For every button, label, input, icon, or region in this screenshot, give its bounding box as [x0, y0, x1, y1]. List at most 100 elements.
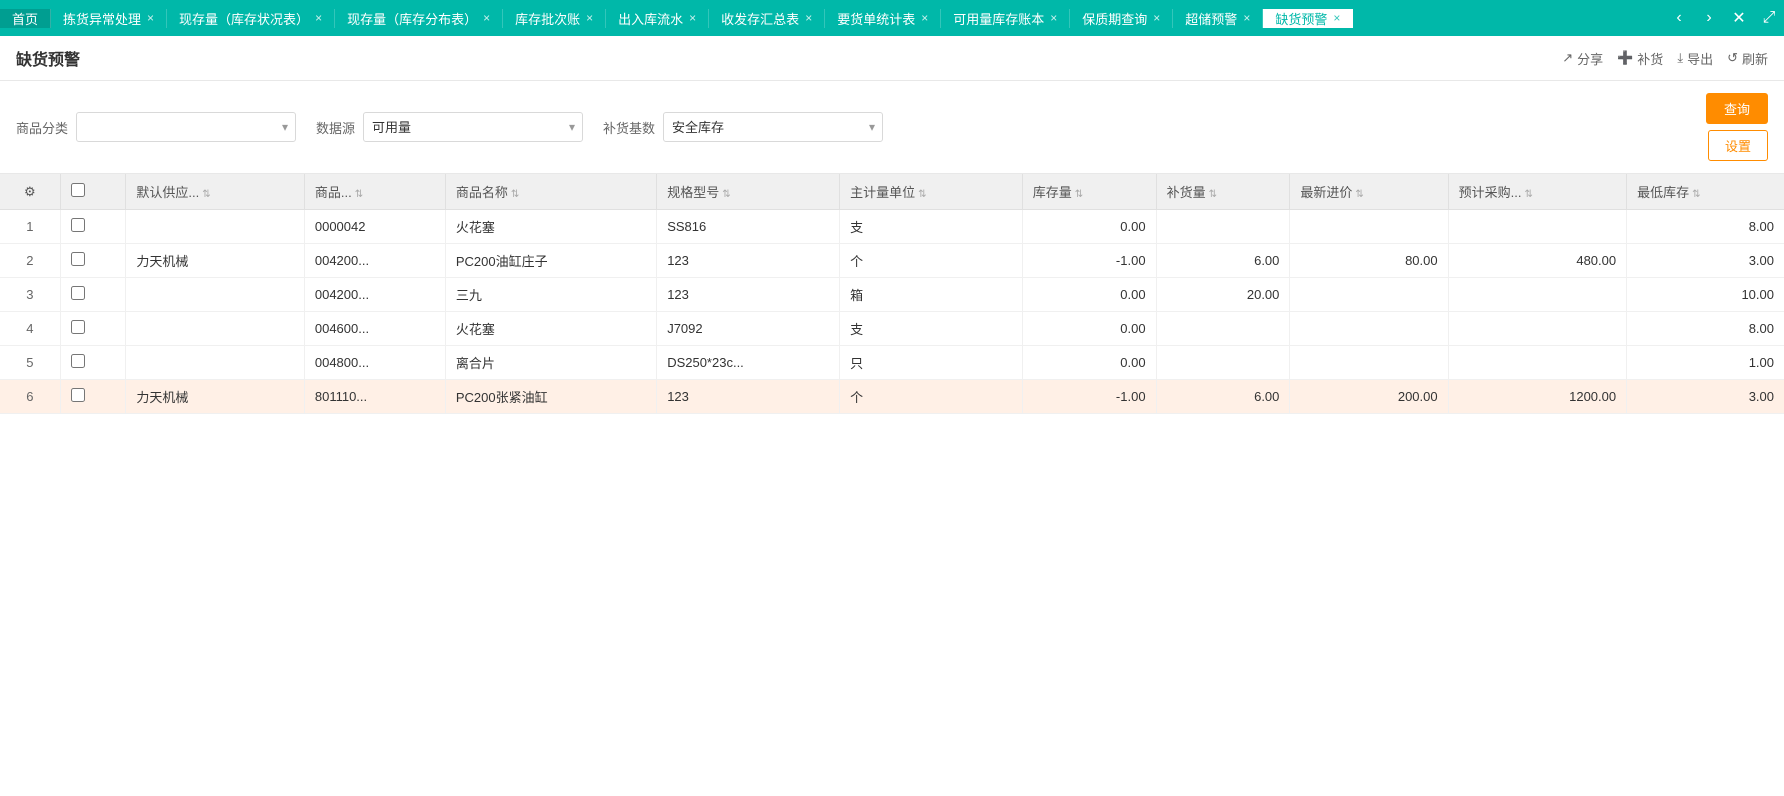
- nav-close-5[interactable]: ×: [689, 11, 696, 25]
- nav-close-8[interactable]: ×: [1050, 11, 1057, 25]
- row-est-purchase-5: 1200.00: [1448, 380, 1627, 414]
- row-select-5[interactable]: [71, 388, 85, 402]
- row-select-2[interactable]: [71, 286, 85, 300]
- row-restock-5: 6.00: [1156, 380, 1290, 414]
- nav-item-11[interactable]: 缺货预警×: [1263, 9, 1353, 28]
- row-name-0: 火花塞: [445, 210, 656, 244]
- row-est-purchase-3: [1448, 312, 1627, 346]
- row-restock-4: [1156, 346, 1290, 380]
- settings-button[interactable]: 设置: [1708, 130, 1768, 161]
- replenish-action[interactable]: ➕ 补货: [1617, 49, 1663, 68]
- stock-col-header[interactable]: 库存量⇅: [1022, 174, 1156, 210]
- nav-item-5[interactable]: 出入库流水×: [606, 9, 709, 28]
- row-num-1: 2: [0, 244, 60, 278]
- latest-price-col-header[interactable]: 最新进价⇅: [1290, 174, 1448, 210]
- code-col-header[interactable]: 商品...⇅: [304, 174, 445, 210]
- nav-close-4[interactable]: ×: [586, 11, 593, 25]
- row-checkbox-2: [60, 278, 126, 312]
- share-action[interactable]: ↗ 分享: [1562, 49, 1603, 68]
- row-supplier-1: 力天机械: [126, 244, 305, 278]
- nav-item-10[interactable]: 超储预警×: [1173, 9, 1263, 28]
- row-spec-4: DS250*23c...: [657, 346, 840, 380]
- latest-price-sort-icon: ⇅: [1355, 189, 1363, 200]
- datasource-select[interactable]: 可用量: [363, 112, 583, 142]
- select-all-checkbox[interactable]: [71, 183, 85, 197]
- restock-label: 补货基数: [603, 118, 655, 137]
- row-supplier-4: [126, 346, 305, 380]
- data-table: ⚙ 默认供应...⇅ 商品...⇅ 商品名称⇅ 规格型号⇅: [0, 174, 1784, 414]
- row-unit-5: 个: [840, 380, 1023, 414]
- category-select[interactable]: [76, 112, 296, 142]
- category-filter-group: 商品分类: [16, 112, 296, 142]
- row-num-0: 1: [0, 210, 60, 244]
- row-stock-5: -1.00: [1022, 380, 1156, 414]
- export-action[interactable]: ⤓ 导出: [1677, 49, 1713, 68]
- refresh-action[interactable]: ↺ 刷新: [1727, 49, 1768, 68]
- nav-item-4[interactable]: 库存批次账×: [503, 9, 606, 28]
- nav-item-2[interactable]: 现存量（库存状况表）×: [167, 9, 335, 28]
- unit-sort-icon: ⇅: [918, 189, 926, 200]
- unit-col-header[interactable]: 主计量单位⇅: [840, 174, 1023, 210]
- row-stock-3: 0.00: [1022, 312, 1156, 346]
- min-stock-col-header[interactable]: 最低库存⇅: [1627, 174, 1784, 210]
- share-label: 分享: [1577, 49, 1603, 68]
- row-select-3[interactable]: [71, 320, 85, 334]
- datasource-label: 数据源: [316, 118, 355, 137]
- supplier-col-header[interactable]: 默认供应...⇅: [126, 174, 305, 210]
- restock-select[interactable]: 安全库存: [663, 112, 883, 142]
- row-stock-1: -1.00: [1022, 244, 1156, 278]
- nav-item-3[interactable]: 现存量（库存分布表）×: [335, 9, 503, 28]
- nav-item-0[interactable]: 首页: [0, 9, 51, 28]
- row-select-0[interactable]: [71, 218, 85, 232]
- nav-item-8[interactable]: 可用量库存账本×: [941, 9, 1070, 28]
- est-purchase-col-header[interactable]: 预计采购...⇅: [1448, 174, 1627, 210]
- table-wrap: ⚙ 默认供应...⇅ 商品...⇅ 商品名称⇅ 规格型号⇅: [0, 174, 1784, 414]
- name-col-header[interactable]: 商品名称⇅: [445, 174, 656, 210]
- nav-item-7[interactable]: 要货单统计表×: [825, 9, 941, 28]
- replenish-icon: ➕: [1617, 50, 1633, 66]
- nav-expand-btn[interactable]: ⤢: [1754, 0, 1784, 36]
- table-row: 1 0000042 火花塞 SS816 支 0.00 8.00: [0, 210, 1784, 244]
- row-supplier-5: 力天机械: [126, 380, 305, 414]
- query-button[interactable]: 查询: [1706, 93, 1768, 124]
- row-name-4: 离合片: [445, 346, 656, 380]
- settings-col-header[interactable]: ⚙: [0, 174, 60, 210]
- row-num-3: 4: [0, 312, 60, 346]
- nav-close-2[interactable]: ×: [315, 11, 322, 25]
- restock-col-header[interactable]: 补货量⇅: [1156, 174, 1290, 210]
- restock-sort-icon: ⇅: [1209, 189, 1217, 200]
- table-row: 5 004800... 离合片 DS250*23c... 只 0.00 1.00: [0, 346, 1784, 380]
- nav-item-6[interactable]: 收发存汇总表×: [709, 9, 825, 28]
- nav-close-btn[interactable]: ✕: [1724, 0, 1754, 36]
- category-label: 商品分类: [16, 118, 68, 137]
- row-est-purchase-0: [1448, 210, 1627, 244]
- spec-col-header[interactable]: 规格型号⇅: [657, 174, 840, 210]
- row-checkbox-3: [60, 312, 126, 346]
- nav-prev-btn[interactable]: ‹: [1664, 0, 1694, 36]
- nav-close-9[interactable]: ×: [1153, 11, 1160, 25]
- row-select-4[interactable]: [71, 354, 85, 368]
- nav-item-1[interactable]: 拣货异常处理×: [51, 9, 167, 28]
- row-checkbox-4: [60, 346, 126, 380]
- datasource-filter-group: 数据源 可用量: [316, 112, 583, 142]
- nav-close-7[interactable]: ×: [921, 11, 928, 25]
- spec-sort-icon: ⇅: [722, 189, 730, 200]
- row-supplier-2: [126, 278, 305, 312]
- share-icon: ↗: [1562, 50, 1573, 66]
- row-select-1[interactable]: [71, 252, 85, 266]
- table-header-row: ⚙ 默认供应...⇅ 商品...⇅ 商品名称⇅ 规格型号⇅: [0, 174, 1784, 210]
- nav-close-6[interactable]: ×: [805, 11, 812, 25]
- nav-next-btn[interactable]: ›: [1694, 0, 1724, 36]
- name-sort-icon: ⇅: [511, 189, 519, 200]
- page-content: 缺货预警 ↗ 分享 ➕ 补货 ⤓ 导出 ↺ 刷新 商品分类: [0, 36, 1784, 796]
- row-unit-0: 支: [840, 210, 1023, 244]
- row-spec-0: SS816: [657, 210, 840, 244]
- row-code-5: 801110...: [304, 380, 445, 414]
- supplier-sort-icon: ⇅: [202, 189, 210, 200]
- nav-close-10[interactable]: ×: [1243, 11, 1250, 25]
- row-min-stock-1: 3.00: [1627, 244, 1784, 278]
- nav-item-9[interactable]: 保质期查询×: [1070, 9, 1173, 28]
- nav-close-3[interactable]: ×: [483, 11, 490, 25]
- nav-close-11[interactable]: ×: [1333, 11, 1340, 25]
- nav-close-1[interactable]: ×: [147, 11, 154, 25]
